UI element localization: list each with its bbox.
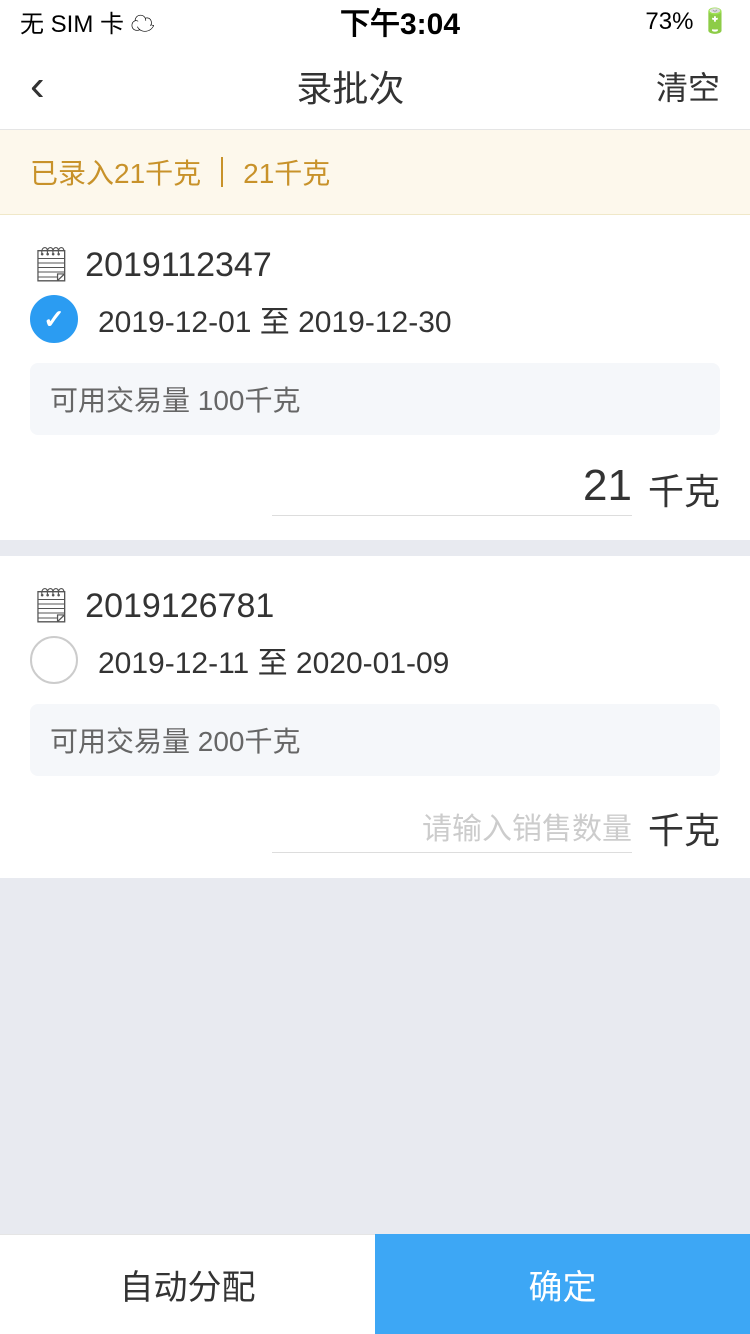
batch-id-1: 2019112347 (85, 246, 272, 285)
auto-distribute-button[interactable]: 自动分配 (0, 1234, 375, 1334)
batch-value-row-1: 21 千克 (0, 445, 750, 540)
batch-date-row-1: 2019-12-01 至 2019-12-30 (0, 295, 750, 353)
clear-button[interactable]: 清空 (656, 63, 720, 109)
summary-bar: 已录入21千克 21千克 (0, 130, 750, 215)
batch-checkbox-2[interactable] (30, 636, 78, 684)
batch-unit-1: 千克 (648, 463, 720, 515)
batch-date-1: 2019-12-01 至 2019-12-30 (98, 297, 452, 341)
batch-id-2: 2019126781 (85, 587, 274, 626)
batch-header-1: 🗒 2019112347 (0, 215, 750, 295)
status-bar: 无 SIM 卡 ☁ 下午3:04 73% 🔋 (0, 0, 750, 42)
batch-header-2: 🗒 2019126781 (0, 556, 750, 636)
batch-placeholder-2: 请输入销售数量 (422, 804, 632, 848)
summary-divider (221, 157, 223, 187)
batch-value-row-2: 请输入销售数量 千克 (0, 786, 750, 878)
status-left: 无 SIM 卡 ☁ (20, 4, 155, 39)
batch-unit-2: 千克 (648, 802, 720, 854)
batch-available-1: 可用交易量 100千克 (30, 363, 720, 435)
batch-input-underline-1: 21 (272, 461, 632, 516)
sim-status: 无 SIM 卡 ☁ (20, 4, 155, 39)
back-button[interactable]: ‹ (30, 64, 45, 108)
summary-recorded-label: 已录入21千克 (30, 152, 201, 192)
status-time: 下午3:04 (340, 0, 460, 43)
battery-status: 73% 🔋 (645, 7, 730, 36)
batch-date-2: 2019-12-11 至 2020-01-09 (98, 638, 449, 682)
section-divider-1 (0, 540, 750, 556)
page-title: 录批次 (296, 60, 404, 112)
bottom-bar: 自动分配 确定 (0, 1234, 750, 1334)
summary-amount: 21千克 (243, 152, 330, 192)
status-right: 73% 🔋 (645, 7, 730, 36)
batch-checkbox-1[interactable] (30, 295, 78, 343)
batch-available-2: 可用交易量 200千克 (30, 704, 720, 776)
batch-date-row-2: 2019-12-11 至 2020-01-09 (0, 636, 750, 694)
nav-bar: ‹ 录批次 清空 (0, 42, 750, 130)
batch-value-1: 21 (583, 461, 632, 511)
batch-doc-icon-2: 🗒 (30, 586, 73, 626)
content-area: 🗒 2019112347 2019-12-01 至 2019-12-30 可用交… (0, 215, 750, 1334)
confirm-button[interactable]: 确定 (375, 1234, 750, 1334)
batch-doc-icon: 🗒 (30, 245, 73, 285)
batch-input-underline-2[interactable]: 请输入销售数量 (272, 804, 632, 853)
batch-item-1: 🗒 2019112347 2019-12-01 至 2019-12-30 可用交… (0, 215, 750, 540)
batch-item-2: 🗒 2019126781 2019-12-11 至 2020-01-09 可用交… (0, 556, 750, 878)
section-divider-2 (0, 878, 750, 894)
